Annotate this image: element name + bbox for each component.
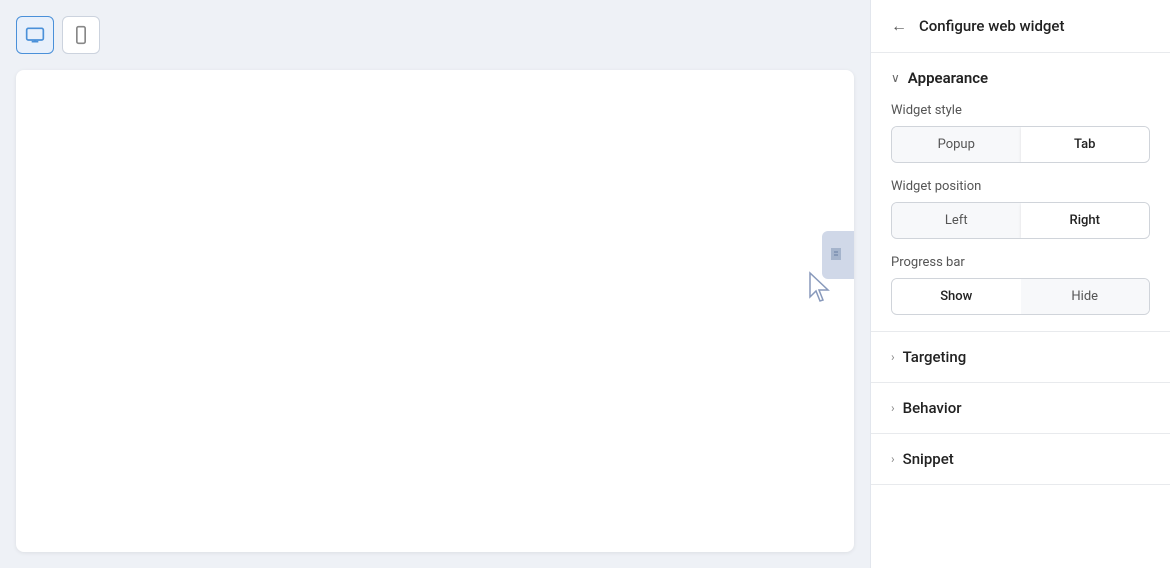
snippet-section-header[interactable]: › Snippet bbox=[891, 450, 1150, 468]
widget-style-popup-btn[interactable]: Popup bbox=[892, 127, 1021, 162]
mobile-device-btn[interactable] bbox=[62, 16, 100, 54]
widget-position-field: Widget position Left Right bbox=[891, 179, 1150, 239]
widget-position-right-btn[interactable]: Right bbox=[1021, 203, 1150, 238]
appearance-section-header[interactable]: ∨ Appearance bbox=[891, 69, 1150, 87]
snippet-label: Snippet bbox=[903, 450, 954, 468]
appearance-section-title: Appearance bbox=[908, 69, 988, 87]
behavior-section-header[interactable]: › Behavior bbox=[891, 399, 1150, 417]
panel-header: ← Configure web widget bbox=[871, 0, 1170, 53]
behavior-chevron-icon: › bbox=[891, 401, 895, 415]
widget-position-label: Widget position bbox=[891, 179, 1150, 194]
preview-area bbox=[0, 0, 870, 568]
progress-bar-hide-btn[interactable]: Hide bbox=[1021, 279, 1150, 314]
widget-style-tab-btn[interactable]: Tab bbox=[1021, 127, 1150, 162]
widget-style-toggle: Popup Tab bbox=[891, 126, 1150, 163]
widget-position-left-btn[interactable]: Left bbox=[892, 203, 1021, 238]
widget-style-field: Widget style Popup Tab bbox=[891, 103, 1150, 163]
back-arrow-icon: ← bbox=[891, 16, 907, 36]
panel-title: Configure web widget bbox=[919, 17, 1064, 35]
targeting-label: Targeting bbox=[903, 348, 967, 366]
widget-icon[interactable] bbox=[822, 231, 854, 279]
progress-bar-show-btn[interactable]: Show bbox=[892, 279, 1021, 314]
targeting-section-header[interactable]: › Targeting bbox=[891, 348, 1150, 366]
device-toolbar bbox=[16, 16, 854, 54]
progress-bar-toggle: Show Hide bbox=[891, 278, 1150, 315]
targeting-section: › Targeting bbox=[871, 332, 1170, 383]
behavior-label: Behavior bbox=[903, 399, 962, 417]
progress-bar-field: Progress bar Show Hide bbox=[891, 255, 1150, 315]
snippet-section: › Snippet bbox=[871, 434, 1170, 485]
targeting-chevron-icon: › bbox=[891, 350, 895, 364]
appearance-section: ∨ Appearance Widget style Popup Tab Widg… bbox=[871, 53, 1170, 332]
appearance-chevron-icon: ∨ bbox=[891, 71, 900, 85]
widget-position-toggle: Left Right bbox=[891, 202, 1150, 239]
back-button[interactable]: ← bbox=[891, 16, 907, 36]
preview-canvas bbox=[16, 70, 854, 552]
widget-style-label: Widget style bbox=[891, 103, 1150, 118]
behavior-section: › Behavior bbox=[871, 383, 1170, 434]
progress-bar-label: Progress bar bbox=[891, 255, 1150, 270]
desktop-device-btn[interactable] bbox=[16, 16, 54, 54]
snippet-chevron-icon: › bbox=[891, 452, 895, 466]
config-panel: ← Configure web widget ∨ Appearance Widg… bbox=[870, 0, 1170, 568]
